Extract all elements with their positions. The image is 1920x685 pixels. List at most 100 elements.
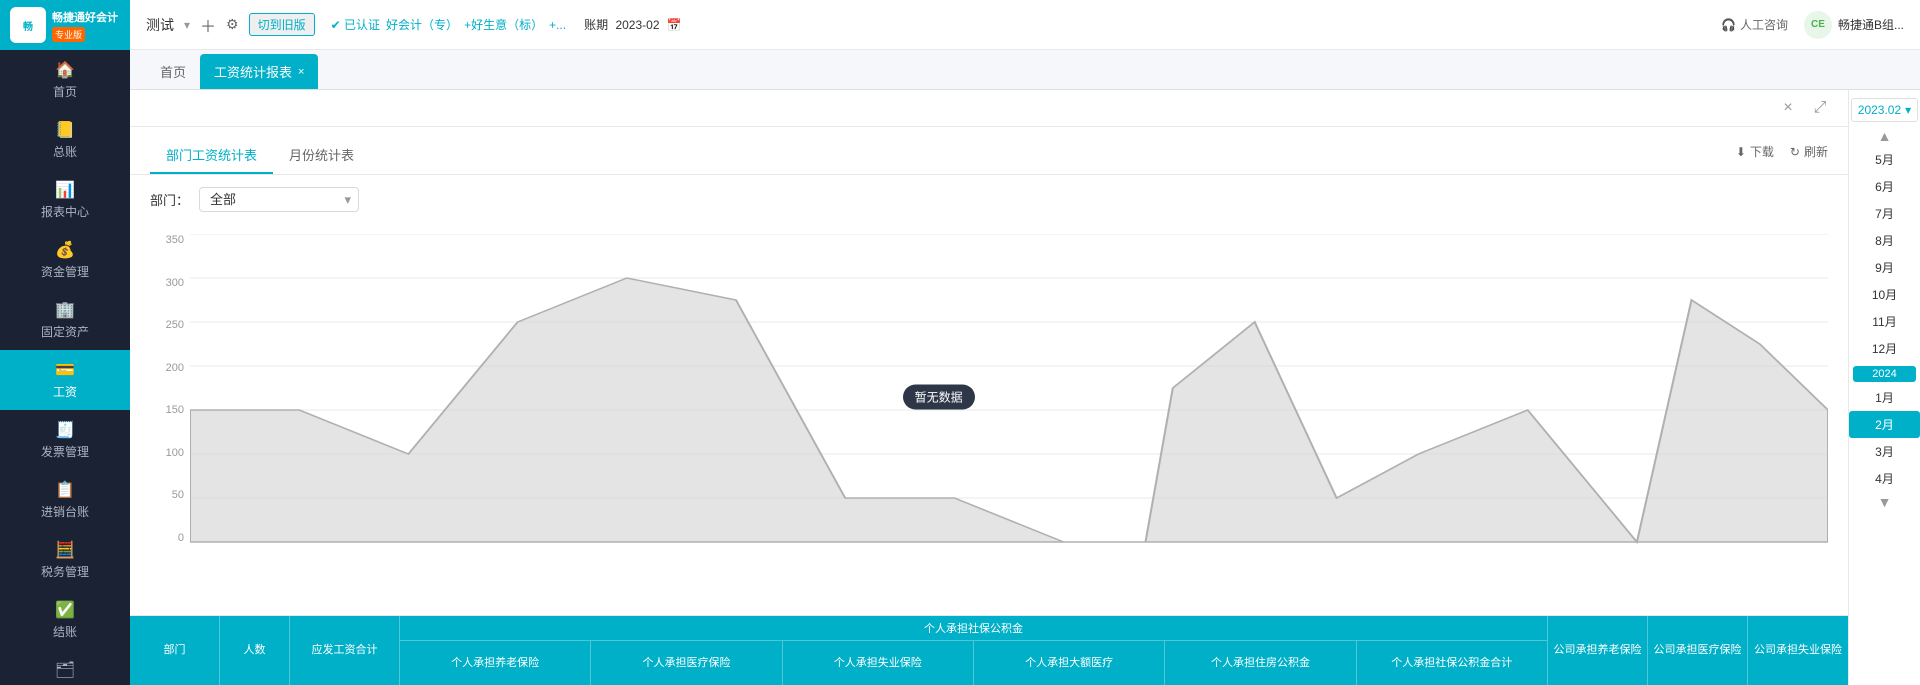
month-6[interactable]: 6月 — [1849, 173, 1920, 200]
month-8[interactable]: 8月 — [1849, 227, 1920, 254]
month-3[interactable]: 3月 — [1849, 438, 1920, 465]
month-12[interactable]: 12月 — [1849, 335, 1920, 362]
sidebar-item-home[interactable]: 🏠 首页 — [0, 50, 130, 110]
sidebar: 畅 畅捷通好会计 专业版 🏠 首页 📒 总账 📊 报表中心 💰 资金管理 🏢 固… — [0, 0, 130, 685]
tab-home[interactable]: 首页 — [146, 54, 200, 89]
sidebar-item-tax[interactable]: 🧮 税务管理 — [0, 530, 130, 590]
reports-icon: 📊 — [55, 180, 75, 200]
y-label-250: 250 — [150, 319, 190, 331]
tag-haoshengyi: +好生意（标） — [464, 16, 543, 33]
date-panel: 2023.02 ▾ ▲ 5月 6月 7月 8月 9月 10月 11月 12月 2… — [1848, 90, 1920, 685]
month-2-active[interactable]: 2月 — [1849, 411, 1920, 438]
table-header: 部门 人数 应发工资合计 个人承担社保公积金 个人承担养老保险 个人承担医疗保险… — [130, 615, 1848, 685]
sidebar-item-close[interactable]: ✅ 结账 — [0, 590, 130, 650]
y-label-300: 300 — [150, 277, 190, 289]
download-button[interactable]: ⬇ 下载 — [1736, 143, 1774, 160]
content-area: × ⤢ 部门工资统计表 月份统计表 ⬇ 下载 — [130, 90, 1920, 685]
close-acct-icon: ✅ — [55, 600, 75, 620]
month-10[interactable]: 10月 — [1849, 281, 1920, 308]
subtab-dept-salary[interactable]: 部门工资统计表 — [150, 137, 273, 174]
sidebar-item-invoice[interactable]: 🧾 发票管理 — [0, 410, 130, 470]
tabbar: 首页 工资统计报表 × — [130, 50, 1920, 90]
sidebar-item-trade[interactable]: 📋 进销台账 — [0, 470, 130, 530]
month-1[interactable]: 1月 — [1849, 384, 1920, 411]
tax-icon: 🧮 — [55, 540, 75, 560]
month-4[interactable]: 4月 — [1849, 465, 1920, 492]
ledger-icon: 📒 — [55, 120, 75, 140]
y-label-350: 350 — [150, 234, 190, 246]
date-panel-current: 2023.02 — [1858, 103, 1901, 117]
user-menu[interactable]: CE 畅捷通B组... — [1804, 11, 1904, 39]
window-controls-bar: × ⤢ — [130, 90, 1848, 127]
sidebar-item-reports[interactable]: 📊 报表中心 — [0, 170, 130, 230]
topbar-title: 测试 — [146, 15, 174, 35]
dept-filter-select[interactable]: 全部 部门A 部门B — [199, 187, 359, 212]
sidebar-nav: 🏠 首页 📒 总账 📊 报表中心 💰 资金管理 🏢 固定资产 💳 工资 🧾 发票… — [0, 50, 130, 685]
date-nav-up[interactable]: ▲ — [1849, 126, 1920, 146]
sidebar-item-assets[interactable]: 🏢 固定资产 — [0, 290, 130, 350]
th-company-medical: 公司承担医疗保险 — [1648, 616, 1748, 685]
date-panel-header[interactable]: 2023.02 ▾ — [1851, 98, 1918, 122]
calendar-icon[interactable]: 📅 — [667, 18, 682, 32]
refresh-button[interactable]: ↻ 刷新 — [1790, 143, 1828, 160]
tab-salary-report[interactable]: 工资统计报表 × — [200, 54, 318, 89]
filter-bar: 部门： 全部 部门A 部门B — [130, 175, 1848, 224]
logo-icon: 畅 — [10, 7, 46, 43]
tag-haokuai: 好会计（专） — [386, 16, 458, 33]
service-button[interactable]: 🎧 人工咨询 — [1721, 16, 1788, 33]
trade-icon: 📋 — [55, 480, 75, 500]
sidebar-item-funds[interactable]: 💰 资金管理 — [0, 230, 130, 290]
month-7[interactable]: 7月 — [1849, 200, 1920, 227]
funds-icon: 💰 — [55, 240, 75, 260]
dept-filter-label: 部门： — [150, 190, 189, 209]
date-nav-down[interactable]: ▼ — [1849, 492, 1920, 512]
assets-icon: 🏢 — [55, 300, 75, 320]
close-window-button[interactable]: × — [1776, 96, 1800, 120]
th-personal-unemployment: 个人承担失业保险 — [783, 641, 974, 685]
expand-window-button[interactable]: ⤢ — [1808, 96, 1832, 120]
th-personal-housing: 个人承担住房公积金 — [1165, 641, 1356, 685]
month-9[interactable]: 9月 — [1849, 254, 1920, 281]
y-label-50: 50 — [150, 489, 190, 501]
th-personal-medical: 个人承担医疗保险 — [591, 641, 782, 685]
download-icon: ⬇ — [1736, 145, 1746, 159]
sidebar-item-ledger[interactable]: 📒 总账 — [0, 110, 130, 170]
certified-tag: ✔ 已认证 — [331, 16, 380, 33]
sidebar-item-archive[interactable]: 🗂 归档管理 — [0, 650, 130, 685]
th-group-personal: 个人承担社保公积金 个人承担养老保险 个人承担医疗保险 个人承担失业保险 个人承… — [400, 616, 1548, 685]
switch-old-mode-button[interactable]: 切到旧版 — [249, 13, 315, 36]
year-badge-2024: 2024 — [1853, 366, 1917, 382]
y-axis: 0 50 100 150 200 250 300 350 — [150, 234, 190, 544]
y-label-200: 200 — [150, 362, 190, 374]
th-dept: 部门 — [130, 616, 220, 685]
sidebar-item-salary[interactable]: 💳 工资 — [0, 350, 130, 410]
subtab-bar: 部门工资统计表 月份统计表 ⬇ 下载 ↻ 刷新 — [130, 127, 1848, 175]
th-personal-pension: 个人承担养老保险 — [400, 641, 591, 685]
th-group-personal-title: 个人承担社保公积金 — [400, 616, 1547, 641]
dept-filter-wrap: 全部 部门A 部门B — [199, 187, 359, 212]
topbar-settings-icon[interactable]: ⚙ — [226, 16, 239, 33]
avatar: CE — [1804, 11, 1832, 39]
th-company-pension: 公司承担养老保险 — [1548, 616, 1648, 685]
th-group-personal-children: 个人承担养老保险 个人承担医疗保险 个人承担失业保险 个人承担大额医疗 个人承担… — [400, 641, 1547, 685]
y-label-100: 100 — [150, 447, 190, 459]
th-total-salary: 应发工资合计 — [290, 616, 400, 685]
invoice-icon: 🧾 — [55, 420, 75, 440]
chart-svg-wrapper — [190, 234, 1828, 544]
topbar-dropdown-arrow[interactable]: ▾ — [184, 18, 190, 32]
subtab-left: 部门工资统计表 月份统计表 — [150, 137, 370, 174]
sidebar-logo: 畅 畅捷通好会计 专业版 — [0, 0, 130, 50]
period-label: 账期 2023-02 📅 — [584, 16, 682, 33]
topbar-add-button[interactable]: ＋ — [200, 13, 216, 37]
month-5[interactable]: 5月 — [1849, 146, 1920, 173]
chart-container: 0 50 100 150 200 250 300 350 — [150, 234, 1828, 574]
home-icon: 🏠 — [55, 60, 75, 80]
th-company-unemployment: 公司承担失业保险 — [1748, 616, 1848, 685]
tab-close-icon[interactable]: × — [298, 66, 304, 78]
topbar-right: 🎧 人工咨询 CE 畅捷通B组... — [1721, 11, 1904, 39]
month-11[interactable]: 11月 — [1849, 308, 1920, 335]
headset-icon: 🎧 — [1721, 18, 1736, 32]
main-area: 测试 ▾ ＋ ⚙ 切到旧版 ✔ 已认证 好会计（专） +好生意（标） +... … — [130, 0, 1920, 685]
th-personal-total: 个人承担社保公积金合计 — [1357, 641, 1547, 685]
subtab-monthly[interactable]: 月份统计表 — [273, 137, 370, 174]
